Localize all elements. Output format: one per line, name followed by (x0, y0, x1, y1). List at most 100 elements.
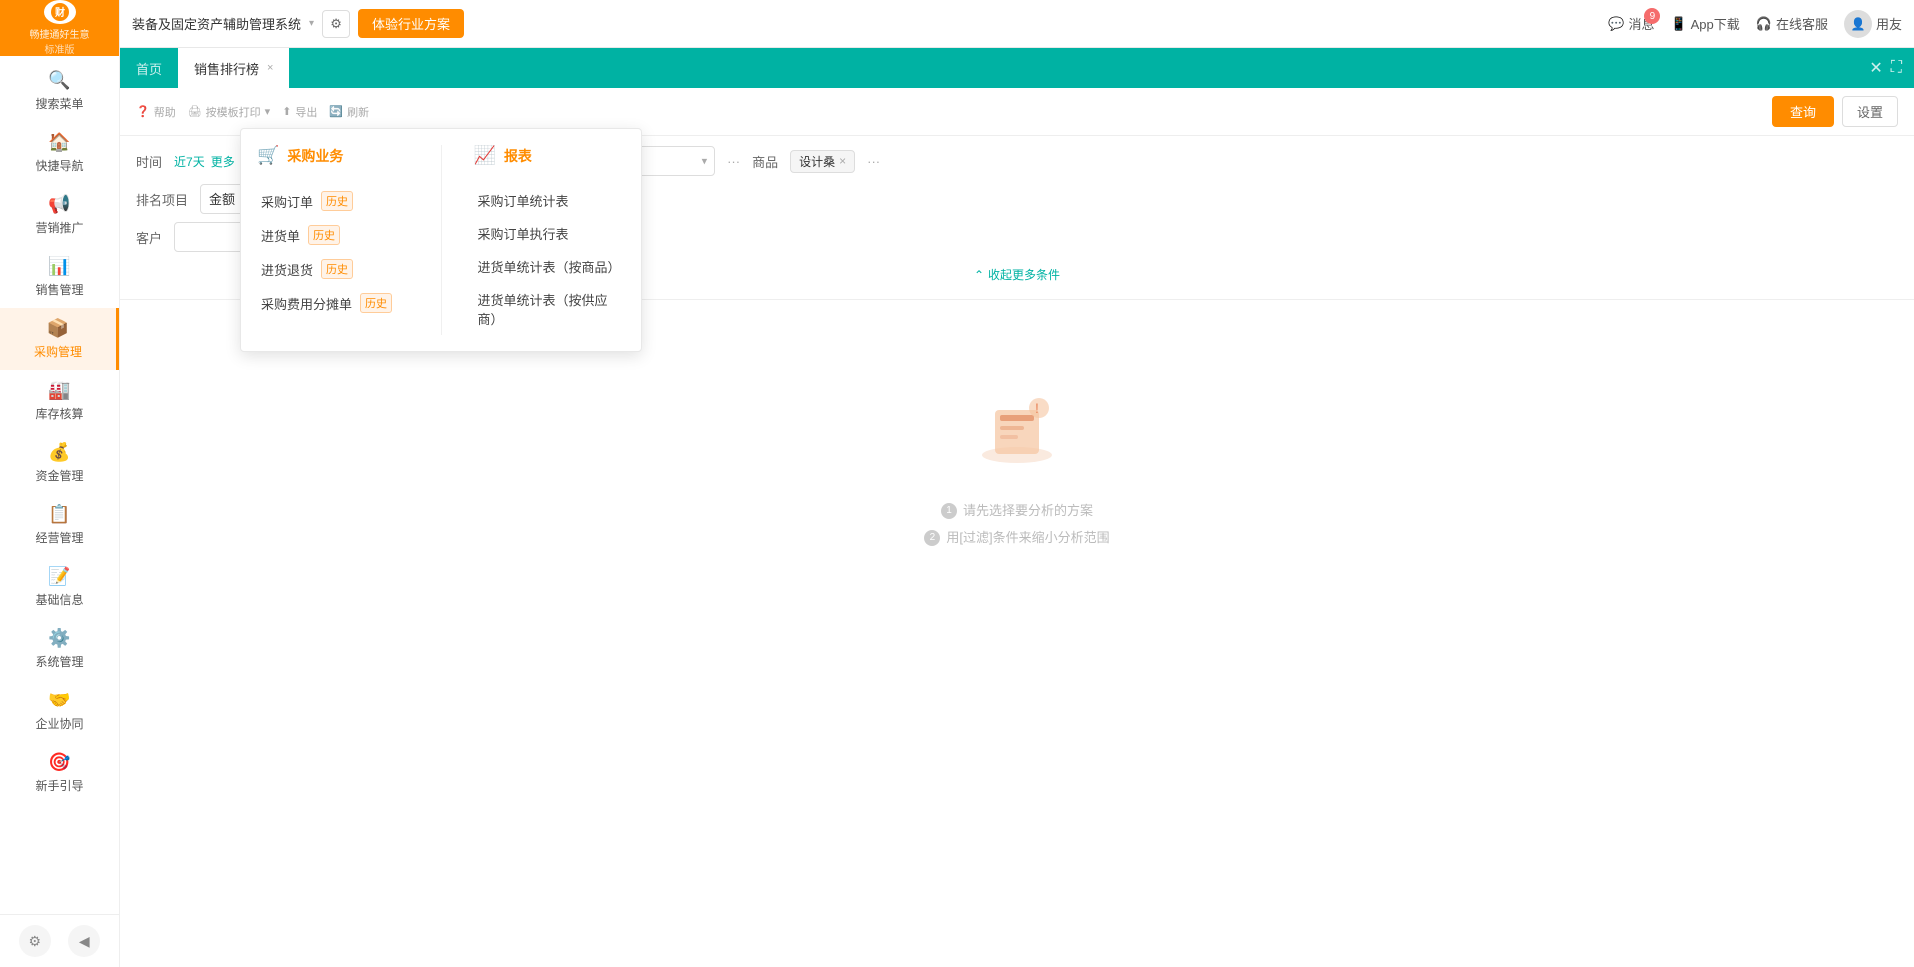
sidebar-label-quicknav: 快捷导航 (35, 157, 83, 174)
collapse-sidebar-btn[interactable]: ◀ (68, 925, 100, 957)
purchase-order-item[interactable]: 采购订单 历史 (257, 184, 409, 218)
setting-btn[interactable]: 设置 (1842, 96, 1898, 127)
dropdown-divider (441, 145, 442, 335)
sidebar-item-base[interactable]: 📝 基础信息 (0, 556, 119, 618)
purchase-expense-history-badge: 历史 (360, 293, 392, 313)
tab-maximize-btn[interactable]: ⛶ (1891, 59, 1902, 77)
incoming-order-label: 进货单 (261, 226, 300, 245)
logo-icon: 财 (44, 0, 76, 24)
sidebar-item-search[interactable]: 🔍 搜索菜单 (0, 60, 119, 122)
return-goods-label: 进货退货 (261, 260, 313, 279)
collab-icon: 🤝 (48, 690, 70, 711)
print-dropdown-icon[interactable]: ▾ (265, 105, 271, 118)
report-section-title: 📈 报表 (474, 145, 626, 172)
system-icon: ⚙️ (48, 628, 70, 649)
notification-badge: 9 (1644, 8, 1660, 24)
refresh-btn[interactable]: 🔄 刷新 (329, 104, 369, 120)
settings-gear-btn[interactable]: ⚙ (322, 10, 350, 38)
settings-footer-btn[interactable]: ⚙ (19, 925, 51, 957)
username-label: 用友 (1876, 14, 1902, 33)
app-version: 标准版 (45, 41, 75, 56)
recent7-btn[interactable]: 近7天 (174, 153, 205, 170)
tab-home[interactable]: 首页 (120, 48, 178, 88)
report-section: 📈 报表 采购订单统计表 采购订单执行表 进货单统计表（按商品） 进货单统计表（… (474, 145, 626, 335)
empty-text: 1 请先选择要分析的方案 2 用[过滤]条件来缩小分析范围 (924, 499, 1109, 550)
ranking-label: 排名项目 (136, 190, 188, 209)
incoming-stat-goods-item[interactable]: 进货单统计表（按商品） (474, 250, 626, 283)
purchase-expense-item[interactable]: 采购费用分摊单 历史 (257, 286, 409, 320)
sidebar-label-base: 基础信息 (35, 591, 83, 608)
purchase-order-stat-item[interactable]: 采购订单统计表 (474, 184, 626, 217)
sidebar-item-management[interactable]: 📋 经营管理 (0, 494, 119, 556)
voucher-status-ellipsis[interactable]: ··· (727, 154, 740, 169)
sales-icon: 📊 (48, 256, 70, 277)
sidebar-label-inventory: 库存核算 (35, 405, 83, 422)
export-icon: ⬆ (282, 105, 291, 118)
finance-icon: 💰 (48, 442, 70, 463)
incoming-order-history-badge: 历史 (308, 225, 340, 245)
purchase-order-history-badge: 历史 (321, 191, 353, 211)
more-date-btn[interactable]: 更多 (211, 153, 235, 170)
collapse-filters-btn[interactable]: ⌃ 收起更多条件 (968, 260, 1066, 289)
purchase-dropdown-menu: 🛒 采购业务 采购订单 历史 进货单 历史 进货退货 历史 采购费用分摊单 (240, 128, 642, 352)
notification-btn[interactable]: 💬 消息 9 (1608, 14, 1654, 33)
sidebar-item-purchase[interactable]: 📦 采购管理 (0, 308, 119, 370)
help-icon: ❓ (136, 105, 150, 118)
sidebar-label-sales: 销售管理 (35, 281, 83, 298)
export-btn[interactable]: ⬆ 导出 (282, 104, 317, 120)
print-icon: 🖨 (188, 105, 202, 118)
sidebar-item-inventory[interactable]: 🏭 库存核算 (0, 370, 119, 432)
app-download-btn[interactable]: 📱 App下载 (1670, 14, 1739, 33)
print-btn[interactable]: 🖨 按模板打印 ▾ (188, 104, 271, 120)
tab-sales-ranking[interactable]: 销售排行榜 × (178, 48, 289, 88)
incoming-stat-supplier-item[interactable]: 进货单统计表（按供应商） (474, 283, 626, 335)
purchase-section-icon: 🛒 (257, 145, 279, 166)
app-logo: 财 畅捷通好生意 标准版 (0, 0, 119, 56)
sidebar-item-marketing[interactable]: 📢 营销推广 (0, 184, 119, 246)
goods-filter-label: 商品 (752, 152, 778, 171)
dropdown-arrow-icon: ▾ (309, 18, 314, 29)
sidebar-label-purchase: 采购管理 (34, 343, 82, 360)
system-dropdown[interactable]: ▾ (309, 18, 314, 29)
purchase-order-exec-item[interactable]: 采购订单执行表 (474, 217, 626, 250)
online-service-btn[interactable]: 🎧 在线客服 (1756, 14, 1828, 33)
help-btn[interactable]: ❓ 帮助 (136, 104, 176, 120)
sidebar-item-guide[interactable]: 🎯 新手引导 (0, 742, 119, 804)
sidebar-item-system[interactable]: ⚙️ 系统管理 (0, 618, 119, 680)
goods-tag-close[interactable]: × (839, 154, 846, 168)
tab-close-icon[interactable]: × (267, 62, 273, 74)
app-subtitle: 畅捷通好生意 (30, 26, 90, 41)
sidebar-menu: 🔍 搜索菜单 🏠 快捷导航 📢 营销推广 📊 销售管理 📦 采购管理 🏭 库存核… (0, 56, 119, 914)
industry-solution-btn[interactable]: 体验行业方案 (358, 9, 464, 38)
content-area: ❓ 帮助 🖨 按模板打印 ▾ ⬆ 导出 🔄 刷新 查询 设置 (120, 88, 1914, 967)
svg-text:财: 财 (54, 6, 65, 19)
user-menu-btn[interactable]: 👤 用友 (1844, 10, 1902, 38)
return-goods-history-badge: 历史 (321, 259, 353, 279)
tabbar-right-controls: ✕ ⛶ (1869, 58, 1914, 78)
message-icon: 💬 (1608, 16, 1624, 32)
system-title: 装备及固定资产辅助管理系统 (132, 14, 301, 33)
sidebar-label-management: 经营管理 (35, 529, 83, 546)
base-icon: 📝 (48, 566, 70, 587)
purchase-order-label: 采购订单 (261, 192, 313, 211)
tab-close-window-btn[interactable]: ✕ (1869, 58, 1882, 78)
tab-sales-ranking-label: 销售排行榜 (194, 59, 259, 78)
incoming-order-item[interactable]: 进货单 历史 (257, 218, 409, 252)
search-icon: 🔍 (48, 70, 70, 91)
sidebar-label-collab: 企业协同 (35, 715, 83, 732)
sidebar-label-system: 系统管理 (35, 653, 83, 670)
sidebar-item-collab[interactable]: 🤝 企业协同 (0, 680, 119, 742)
goods-ellipsis[interactable]: ··· (867, 154, 880, 169)
return-goods-item[interactable]: 进货退货 历史 (257, 252, 409, 286)
refresh-icon: 🔄 (329, 105, 343, 118)
headset-icon: 🎧 (1756, 16, 1772, 32)
sidebar-item-finance[interactable]: 💰 资金管理 (0, 432, 119, 494)
tabbar: 首页 销售排行榜 × ✕ ⛶ (120, 48, 1914, 88)
sidebar-item-quicknav[interactable]: 🏠 快捷导航 (0, 122, 119, 184)
sidebar-label-guide: 新手引导 (35, 777, 83, 794)
sidebar: 财 畅捷通好生意 标准版 🔍 搜索菜单 🏠 快捷导航 📢 营销推广 📊 销售管理… (0, 0, 120, 967)
main-content: 装备及固定资产辅助管理系统 ▾ ⚙ 体验行业方案 💬 消息 9 📱 App下载 … (120, 0, 1914, 967)
goods-tag: 设计桑 × (790, 150, 855, 173)
sidebar-item-sales[interactable]: 📊 销售管理 (0, 246, 119, 308)
query-btn[interactable]: 查询 (1772, 96, 1834, 127)
